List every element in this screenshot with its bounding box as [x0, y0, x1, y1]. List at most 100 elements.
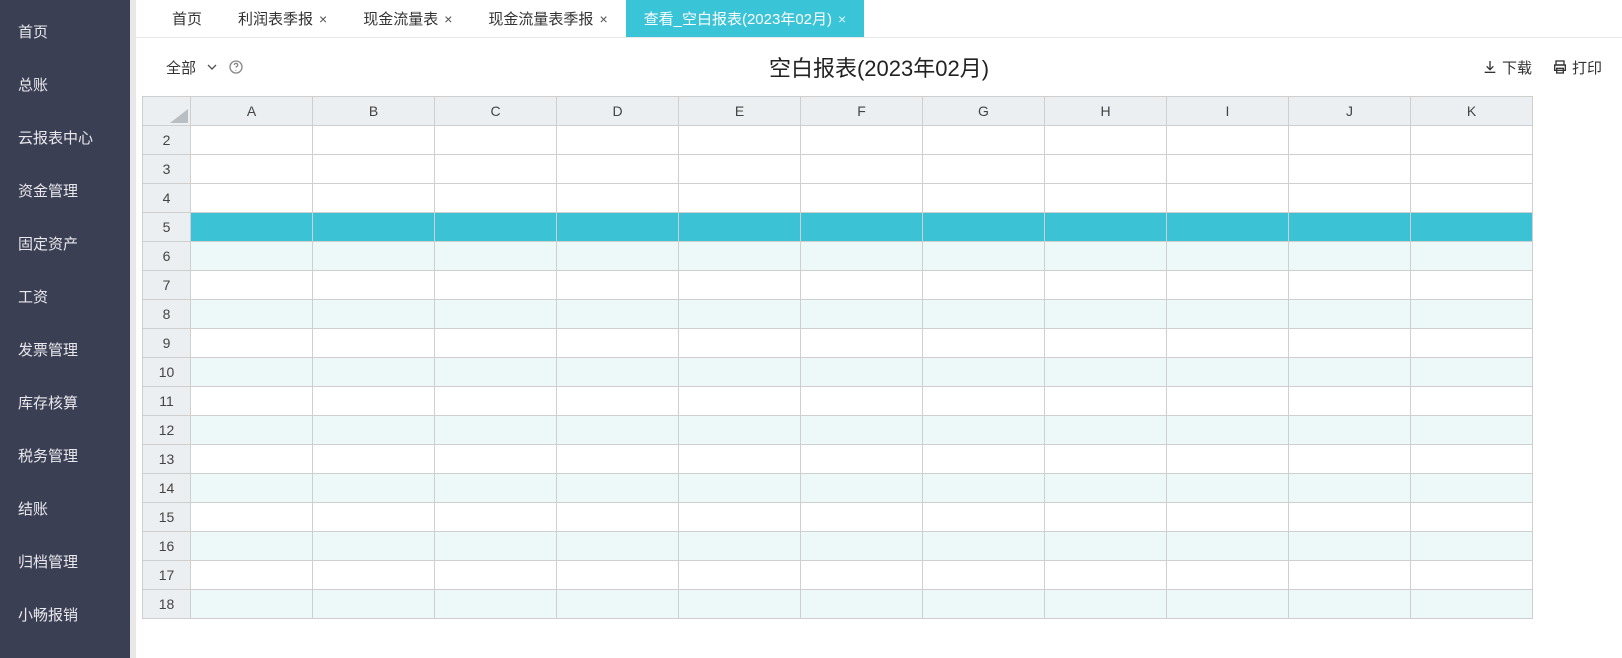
cell-A6[interactable] — [191, 242, 313, 271]
cell-E6[interactable] — [679, 242, 801, 271]
row-header-8[interactable]: 8 — [143, 300, 191, 329]
cell-B15[interactable] — [313, 503, 435, 532]
cell-J18[interactable] — [1289, 590, 1411, 619]
cell-K10[interactable] — [1411, 358, 1533, 387]
cell-E13[interactable] — [679, 445, 801, 474]
sidebar-item-9[interactable]: 结账 — [0, 482, 130, 535]
cell-K15[interactable] — [1411, 503, 1533, 532]
cell-F11[interactable] — [801, 387, 923, 416]
column-header-C[interactable]: C — [435, 97, 557, 126]
cell-I10[interactable] — [1167, 358, 1289, 387]
print-button[interactable]: 打印 — [1552, 57, 1602, 78]
row-header-3[interactable]: 3 — [143, 155, 191, 184]
cell-E3[interactable] — [679, 155, 801, 184]
cell-G14[interactable] — [923, 474, 1045, 503]
cell-H7[interactable] — [1045, 271, 1167, 300]
cell-B9[interactable] — [313, 329, 435, 358]
row-header-11[interactable]: 11 — [143, 387, 191, 416]
cell-B18[interactable] — [313, 590, 435, 619]
sidebar-item-2[interactable]: 云报表中心 — [0, 111, 130, 164]
cell-B17[interactable] — [313, 561, 435, 590]
cell-K9[interactable] — [1411, 329, 1533, 358]
cell-F13[interactable] — [801, 445, 923, 474]
cell-K8[interactable] — [1411, 300, 1533, 329]
cell-F18[interactable] — [801, 590, 923, 619]
tab-4[interactable]: 查看_空白报表(2023年02月)× — [626, 0, 865, 37]
cell-G16[interactable] — [923, 532, 1045, 561]
cell-A14[interactable] — [191, 474, 313, 503]
close-icon[interactable]: × — [838, 11, 846, 27]
cell-H16[interactable] — [1045, 532, 1167, 561]
cell-C7[interactable] — [435, 271, 557, 300]
cell-A12[interactable] — [191, 416, 313, 445]
cell-G9[interactable] — [923, 329, 1045, 358]
cell-G6[interactable] — [923, 242, 1045, 271]
cell-J4[interactable] — [1289, 184, 1411, 213]
cell-H15[interactable] — [1045, 503, 1167, 532]
cell-J15[interactable] — [1289, 503, 1411, 532]
column-header-H[interactable]: H — [1045, 97, 1167, 126]
close-icon[interactable]: × — [319, 11, 327, 27]
cell-D18[interactable] — [557, 590, 679, 619]
row-header-15[interactable]: 15 — [143, 503, 191, 532]
cell-C17[interactable] — [435, 561, 557, 590]
cell-E8[interactable] — [679, 300, 801, 329]
close-icon[interactable]: × — [444, 11, 452, 27]
cell-A8[interactable] — [191, 300, 313, 329]
cell-H6[interactable] — [1045, 242, 1167, 271]
cell-I18[interactable] — [1167, 590, 1289, 619]
cell-J2[interactable] — [1289, 126, 1411, 155]
cell-H12[interactable] — [1045, 416, 1167, 445]
cell-E12[interactable] — [679, 416, 801, 445]
cell-A16[interactable] — [191, 532, 313, 561]
cell-H17[interactable] — [1045, 561, 1167, 590]
cell-J9[interactable] — [1289, 329, 1411, 358]
cell-J12[interactable] — [1289, 416, 1411, 445]
cell-G17[interactable] — [923, 561, 1045, 590]
sidebar-item-10[interactable]: 归档管理 — [0, 535, 130, 588]
cell-K2[interactable] — [1411, 126, 1533, 155]
cell-G12[interactable] — [923, 416, 1045, 445]
cell-K18[interactable] — [1411, 590, 1533, 619]
sheet-corner[interactable] — [143, 97, 191, 126]
download-button[interactable]: 下载 — [1482, 57, 1532, 78]
row-header-7[interactable]: 7 — [143, 271, 191, 300]
cell-B4[interactable] — [313, 184, 435, 213]
cell-H5[interactable] — [1045, 213, 1167, 242]
cell-K11[interactable] — [1411, 387, 1533, 416]
tab-0[interactable]: 首页 — [154, 0, 220, 37]
cell-D12[interactable] — [557, 416, 679, 445]
cell-J8[interactable] — [1289, 300, 1411, 329]
cell-A4[interactable] — [191, 184, 313, 213]
column-header-F[interactable]: F — [801, 97, 923, 126]
cell-D4[interactable] — [557, 184, 679, 213]
cell-D2[interactable] — [557, 126, 679, 155]
sidebar-item-3[interactable]: 资金管理 — [0, 164, 130, 217]
cell-D16[interactable] — [557, 532, 679, 561]
cell-B10[interactable] — [313, 358, 435, 387]
cell-C8[interactable] — [435, 300, 557, 329]
row-header-18[interactable]: 18 — [143, 590, 191, 619]
cell-D15[interactable] — [557, 503, 679, 532]
cell-I4[interactable] — [1167, 184, 1289, 213]
cell-I9[interactable] — [1167, 329, 1289, 358]
cell-D17[interactable] — [557, 561, 679, 590]
row-header-6[interactable]: 6 — [143, 242, 191, 271]
cell-K6[interactable] — [1411, 242, 1533, 271]
sidebar-item-7[interactable]: 库存核算 — [0, 376, 130, 429]
cell-E9[interactable] — [679, 329, 801, 358]
row-header-12[interactable]: 12 — [143, 416, 191, 445]
cell-C6[interactable] — [435, 242, 557, 271]
cell-C18[interactable] — [435, 590, 557, 619]
cell-K14[interactable] — [1411, 474, 1533, 503]
cell-A17[interactable] — [191, 561, 313, 590]
cell-E5[interactable] — [679, 213, 801, 242]
cell-H3[interactable] — [1045, 155, 1167, 184]
row-header-13[interactable]: 13 — [143, 445, 191, 474]
row-header-2[interactable]: 2 — [143, 126, 191, 155]
cell-A13[interactable] — [191, 445, 313, 474]
cell-B14[interactable] — [313, 474, 435, 503]
row-header-17[interactable]: 17 — [143, 561, 191, 590]
cell-D10[interactable] — [557, 358, 679, 387]
cell-H18[interactable] — [1045, 590, 1167, 619]
